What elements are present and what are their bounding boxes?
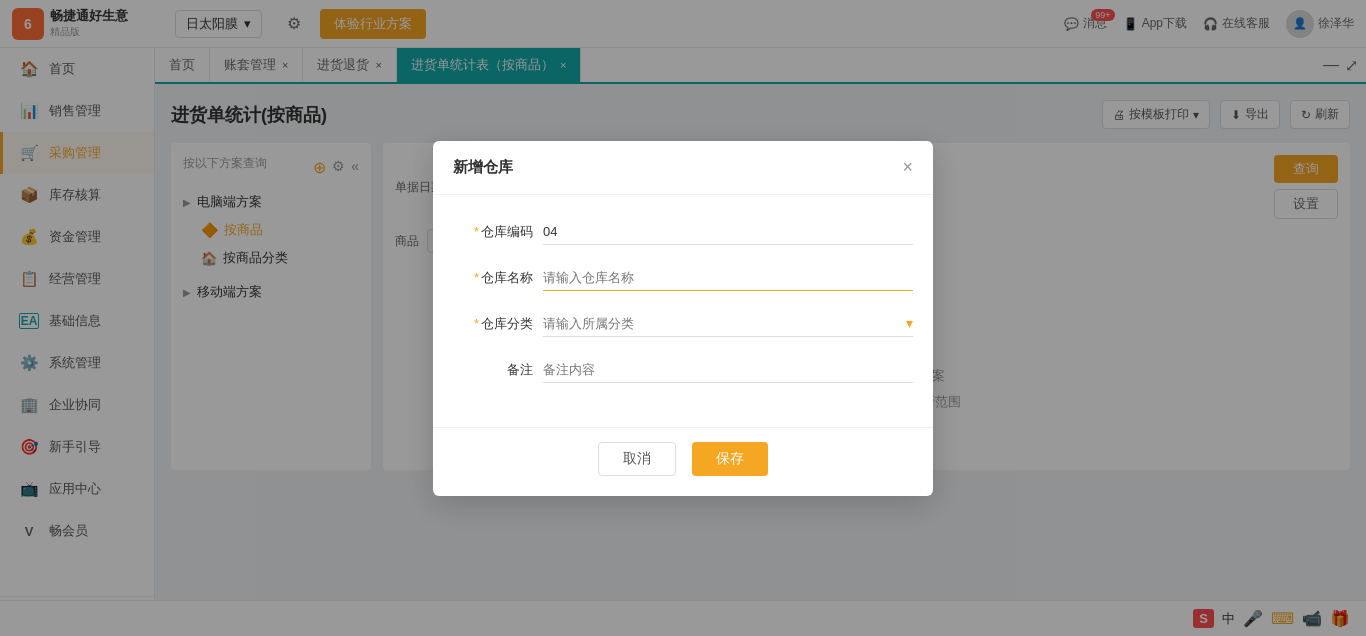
modal-title: 新增仓库: [453, 158, 513, 177]
required-star-name: *: [474, 270, 479, 285]
form-row-remark: 备注: [453, 357, 913, 383]
category-chevron-icon: ▾: [906, 315, 913, 331]
modal-header: 新增仓库 ×: [433, 141, 933, 195]
modal-footer: 取消 保存: [433, 427, 933, 496]
name-label: *仓库名称: [453, 269, 533, 287]
modal-overlay[interactable]: 新增仓库 × *仓库编码 *仓库名称 *仓库分类: [0, 0, 1366, 636]
required-star-code: *: [474, 224, 479, 239]
code-input[interactable]: [543, 219, 913, 245]
code-label: *仓库编码: [453, 223, 533, 241]
form-row-category: *仓库分类 ▾: [453, 311, 913, 337]
required-star-category: *: [474, 316, 479, 331]
category-label: *仓库分类: [453, 315, 533, 333]
form-row-name: *仓库名称: [453, 265, 913, 291]
add-warehouse-modal: 新增仓库 × *仓库编码 *仓库名称 *仓库分类: [433, 141, 933, 496]
remark-input[interactable]: [543, 357, 913, 383]
name-input[interactable]: [543, 265, 913, 291]
modal-close-button[interactable]: ×: [902, 157, 913, 178]
remark-label: 备注: [453, 361, 533, 379]
category-input[interactable]: [543, 311, 906, 336]
category-select-wrap: ▾: [543, 311, 913, 337]
save-button[interactable]: 保存: [692, 442, 768, 476]
cancel-button[interactable]: 取消: [598, 442, 676, 476]
form-row-code: *仓库编码: [453, 219, 913, 245]
modal-body: *仓库编码 *仓库名称 *仓库分类 ▾: [433, 195, 933, 427]
